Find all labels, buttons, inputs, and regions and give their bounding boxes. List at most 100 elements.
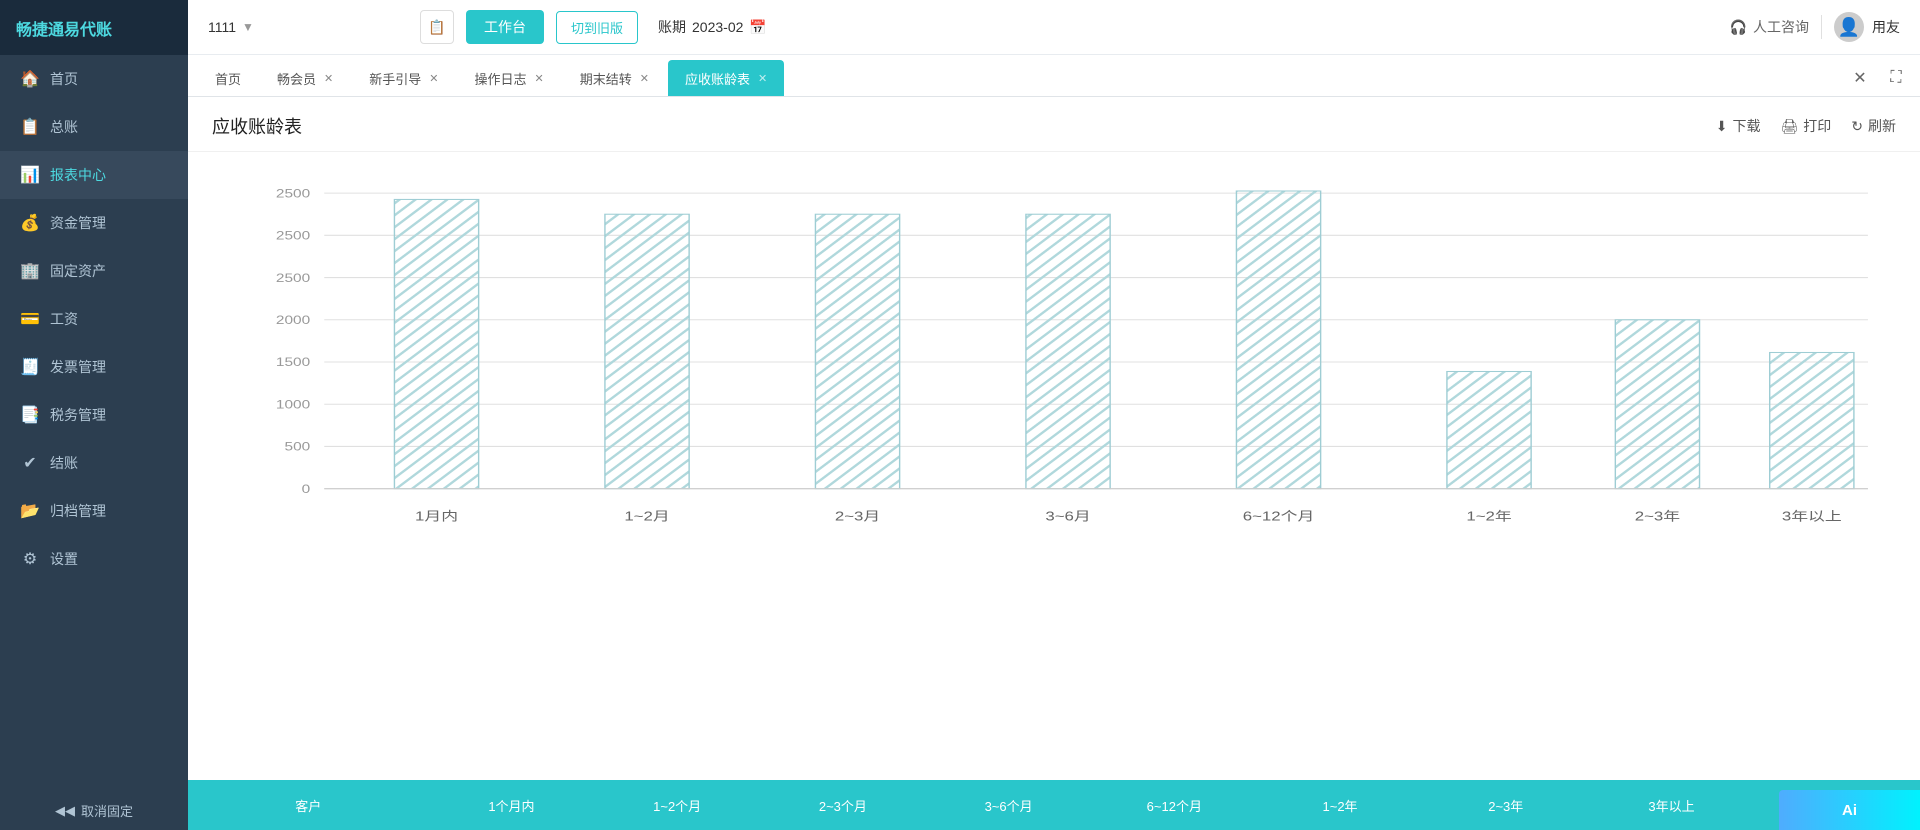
tab-close-aging[interactable]: ✕ bbox=[758, 72, 767, 85]
svg-text:1500: 1500 bbox=[276, 356, 311, 369]
table-header-cell: 客户 bbox=[188, 796, 429, 815]
tab-log[interactable]: 操作日志 ✕ bbox=[457, 60, 560, 96]
download-icon: ⬇ bbox=[1716, 118, 1728, 135]
tab-aging[interactable]: 应收账龄表✕ bbox=[668, 60, 784, 96]
tab-member[interactable]: 畅会员 ✕ bbox=[260, 60, 350, 96]
table-header: 客户1个月内1~2个月2~3个月3~6个月6~12个月1~2年2~3年3年以上合… bbox=[188, 780, 1920, 830]
support-btn[interactable]: 🎧 人工咨询 bbox=[1730, 17, 1809, 37]
svg-text:1月内: 1月内 bbox=[415, 509, 458, 523]
header: 1111 ▼ 📋 工作台 切到旧版 账期 2023-02 📅 🎧 人工咨询 👤 bbox=[188, 0, 1920, 55]
sidebar-scroll: 🏠 首页 📋 总账 📊 报表中心 💰资金管理🏢固定资产 💳 工资 🧾发票管理 📑 税务管理 ✔ 结账 📂归档… bbox=[0, 55, 188, 791]
page-header: 应收账龄表 ⬇ 下载 🖨 打印 ↻ 刷新 bbox=[188, 97, 1920, 152]
tab-label-member: 畅会员 bbox=[277, 69, 316, 88]
tab-close-member[interactable]: ✕ bbox=[324, 72, 333, 85]
svg-text:1000: 1000 bbox=[276, 398, 311, 411]
svg-text:500: 500 bbox=[285, 440, 311, 453]
bar-3-6月 bbox=[1026, 214, 1110, 488]
company-name: 1111 bbox=[208, 19, 236, 35]
bar-1-2年 bbox=[1447, 372, 1531, 489]
refresh-btn[interactable]: ↻ 刷新 bbox=[1851, 116, 1896, 136]
payroll-icon: 💳 bbox=[20, 309, 40, 329]
sidebar-label-reports: 报表中心 bbox=[50, 165, 106, 185]
table-header-cell: 3年以上 bbox=[1589, 796, 1755, 815]
print-icon: 🖨 bbox=[1780, 118, 1798, 135]
sidebar-item-invoice[interactable]: 🧾发票管理 bbox=[0, 343, 188, 391]
svg-text:2000: 2000 bbox=[276, 314, 311, 327]
svg-text:3年以上: 3年以上 bbox=[1782, 509, 1842, 523]
sidebar-label-close: 结账 bbox=[50, 453, 78, 473]
tab-close-log[interactable]: ✕ bbox=[535, 72, 544, 85]
table-header-cell: 2~3个月 bbox=[760, 796, 926, 815]
table-header-cell: 1~2个月 bbox=[594, 796, 760, 815]
home-icon: 🏠 bbox=[20, 69, 40, 89]
ledger-icon: 📋 bbox=[20, 117, 40, 137]
sidebar-item-archive[interactable]: 📂归档管理 bbox=[0, 487, 188, 535]
svg-text:2~3月: 2~3月 bbox=[835, 510, 880, 524]
tab-close-period-close[interactable]: ✕ bbox=[640, 72, 649, 85]
archive-icon: 📂 bbox=[20, 501, 40, 521]
sidebar-item-tax[interactable]: 📑 税务管理 bbox=[0, 391, 188, 439]
table-header-cell: 1~2年 bbox=[1257, 796, 1423, 815]
tab-home[interactable]: 首页 bbox=[198, 60, 258, 96]
period-label: 账期 bbox=[658, 17, 686, 37]
bar-chart: 2500 2500 2500 2000 1500 1000 500 0 bbox=[212, 172, 1896, 552]
main-area: 1111 ▼ 📋 工作台 切到旧版 账期 2023-02 📅 🎧 人工咨询 👤 bbox=[188, 0, 1920, 830]
pin-icon: ◀◀ bbox=[55, 803, 75, 819]
archive-btn[interactable]: 📋 bbox=[420, 10, 454, 44]
sidebar-item-assets[interactable]: 🏢固定资产 bbox=[0, 247, 188, 295]
close-tab-btn[interactable]: ✕ bbox=[1846, 64, 1874, 92]
chart-area: 2500 2500 2500 2000 1500 1000 500 0 bbox=[188, 152, 1920, 780]
period-value: 2023-02 bbox=[692, 19, 743, 35]
expand-tab-btn[interactable]: ⛶ bbox=[1882, 64, 1910, 92]
page-title: 应收账龄表 bbox=[212, 113, 302, 139]
svg-text:1~2月: 1~2月 bbox=[624, 510, 669, 524]
sidebar-label-ledger: 总账 bbox=[50, 117, 78, 137]
sidebar-item-payroll[interactable]: 💳 工资 bbox=[0, 295, 188, 343]
sidebar-label-assets: 固定资产 bbox=[50, 261, 106, 281]
bar-2-3月 bbox=[815, 214, 899, 488]
content-area: 应收账龄表 ⬇ 下载 🖨 打印 ↻ 刷新 bbox=[188, 97, 1920, 830]
sidebar-logo: 畅捷通易代账 bbox=[0, 0, 188, 55]
sidebar-label-home: 首页 bbox=[50, 69, 78, 89]
page-actions: ⬇ 下载 🖨 打印 ↻ 刷新 bbox=[1716, 116, 1896, 136]
sidebar-item-home[interactable]: 🏠 首页 bbox=[0, 55, 188, 103]
tab-label-guide: 新手引导 bbox=[369, 69, 421, 88]
table-header-cell: 2~3年 bbox=[1423, 796, 1589, 815]
svg-text:6~12个月: 6~12个月 bbox=[1243, 509, 1315, 523]
sidebar-label-payroll: 工资 bbox=[50, 309, 78, 329]
print-btn[interactable]: 🖨 打印 bbox=[1780, 116, 1831, 136]
sidebar-collapse-btn[interactable]: ◀◀ 取消固定 bbox=[0, 791, 188, 830]
settings-icon: ⚙ bbox=[20, 549, 40, 569]
tab-label-log: 操作日志 bbox=[474, 69, 526, 88]
bar-3年以上 bbox=[1770, 353, 1854, 489]
user-menu[interactable]: 👤 用友 bbox=[1834, 12, 1900, 42]
tax-icon: 📑 bbox=[20, 405, 40, 425]
sidebar-label-tax: 税务管理 bbox=[50, 405, 106, 425]
svg-text:2500: 2500 bbox=[276, 187, 311, 200]
chart-container: 2500 2500 2500 2000 1500 1000 500 0 bbox=[212, 172, 1896, 552]
tab-period-close[interactable]: 期末结转✕ bbox=[563, 60, 666, 96]
calendar-icon[interactable]: 📅 bbox=[749, 19, 766, 36]
sidebar: 畅捷通易代账 🏠 首页 📋 总账 📊 报表中心 💰资金管理🏢固定资产 💳 工资 🧾发票管理 📑 税务管… bbox=[0, 0, 188, 830]
company-selector[interactable]: 1111 ▼ bbox=[208, 19, 408, 35]
svg-text:2500: 2500 bbox=[276, 272, 311, 285]
tab-guide[interactable]: 新手引导 ✕ bbox=[352, 60, 455, 96]
sidebar-item-ledger[interactable]: 📋 总账 bbox=[0, 103, 188, 151]
sidebar-item-reports[interactable]: 📊 报表中心 bbox=[0, 151, 188, 199]
sidebar-item-settings[interactable]: ⚙设置 bbox=[0, 535, 188, 583]
download-btn[interactable]: ⬇ 下载 bbox=[1716, 116, 1761, 136]
workbench-button[interactable]: 工作台 bbox=[466, 10, 544, 44]
headset-icon: 🎧 bbox=[1730, 19, 1747, 36]
svg-text:1~2年: 1~2年 bbox=[1466, 509, 1512, 523]
sidebar-item-close[interactable]: ✔ 结账 bbox=[0, 439, 188, 487]
version-switch-button[interactable]: 切到旧版 bbox=[556, 11, 638, 44]
sidebar-item-funds[interactable]: 💰资金管理 bbox=[0, 199, 188, 247]
svg-text:2~3年: 2~3年 bbox=[1635, 509, 1680, 523]
ai-button[interactable]: Ai bbox=[1779, 790, 1920, 830]
tab-close-guide[interactable]: ✕ bbox=[429, 72, 438, 85]
close-icon: ✔ bbox=[20, 453, 40, 473]
reports-icon: 📊 bbox=[20, 165, 40, 185]
invoice-icon: 🧾 bbox=[20, 357, 40, 377]
refresh-icon: ↻ bbox=[1851, 118, 1863, 135]
tab-label-home: 首页 bbox=[215, 69, 241, 88]
